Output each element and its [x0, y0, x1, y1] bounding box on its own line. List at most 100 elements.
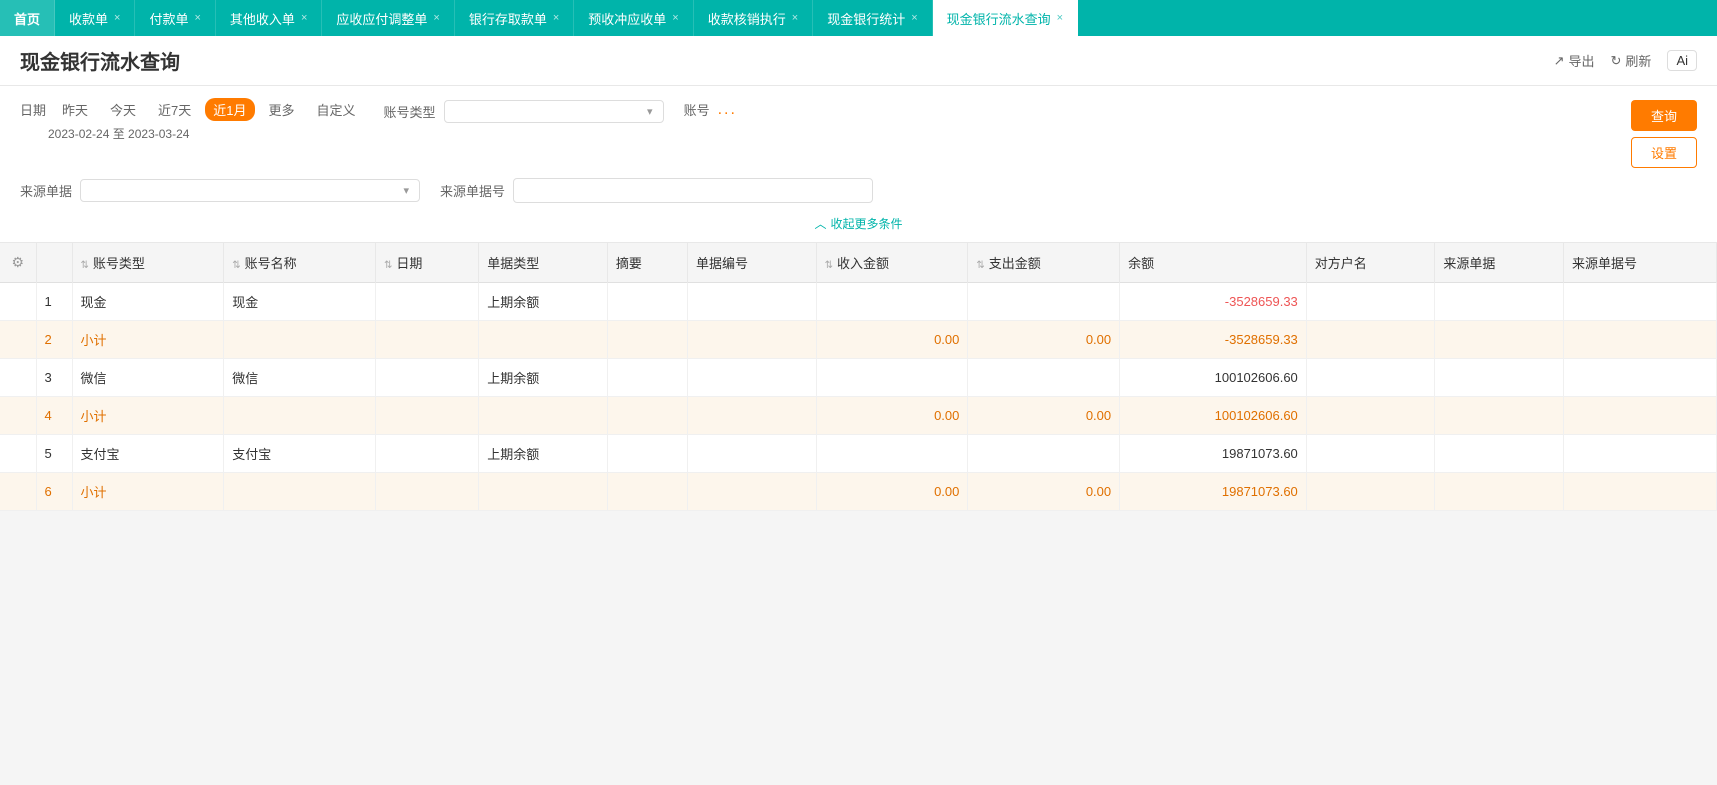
close-icon[interactable]: ×	[433, 12, 439, 24]
row-counterpart	[1306, 473, 1435, 511]
nav-item-xianjinliushui[interactable]: 现金银行流水查询 ×	[933, 0, 1078, 36]
date-option-today[interactable]: 今天	[102, 98, 144, 121]
nav-label: 现金银行流水查询	[947, 9, 1051, 28]
row-no: 1	[36, 283, 72, 321]
settings-button[interactable]: 设置	[1631, 137, 1697, 168]
row-source-doc-no	[1564, 435, 1717, 473]
row-expense: 0.00	[968, 321, 1120, 359]
row-gear	[0, 321, 36, 359]
table-row: 2 小计 0.00 0.00 -3528659.33	[0, 321, 1717, 359]
row-summary	[607, 473, 687, 511]
gear-icon[interactable]: ⚙	[11, 254, 24, 270]
ai-button[interactable]: Ai	[1667, 50, 1697, 71]
row-account-type: 微信	[72, 359, 224, 397]
row-gear	[0, 397, 36, 435]
th-source-doc-no: 来源单据号	[1564, 243, 1717, 283]
row-expense: 0.00	[968, 397, 1120, 435]
row-source-doc-no	[1564, 397, 1717, 435]
th-expense-label: 支出金额	[989, 256, 1041, 271]
nav-item-yinhang[interactable]: 银行存取款单 ×	[455, 0, 574, 36]
row-doc-no	[688, 473, 817, 511]
th-account-name[interactable]: ⇅账号名称	[224, 243, 376, 283]
table-row: 1 现金 现金 上期余额 -3528659.33	[0, 283, 1717, 321]
more-dots[interactable]: ...	[718, 101, 737, 119]
date-option-yesterday[interactable]: 昨天	[54, 98, 96, 121]
query-button[interactable]: 查询	[1631, 100, 1697, 131]
export-icon: ↗	[1554, 53, 1565, 69]
nav-item-home[interactable]: 首页	[0, 0, 55, 36]
date-option-more[interactable]: 更多	[261, 98, 303, 121]
close-icon[interactable]: ×	[114, 12, 120, 24]
row-counterpart	[1306, 435, 1435, 473]
refresh-button[interactable]: ↻ 刷新	[1611, 51, 1652, 70]
nav-label: 收款单	[69, 9, 108, 28]
row-source-doc-no	[1564, 283, 1717, 321]
date-option-7days[interactable]: 近7天	[150, 98, 199, 121]
date-filter-section: 日期 昨天 今天 近7天 近1月 更多 自定义 2023-02-24 至 202…	[20, 98, 364, 142]
source-doc-no-input[interactable]	[513, 178, 873, 203]
date-label: 日期	[20, 100, 46, 119]
nav-label: 收款核销执行	[708, 9, 786, 28]
close-icon[interactable]: ×	[911, 12, 917, 24]
th-summary-label: 摘要	[616, 256, 642, 271]
row-income: 0.00	[816, 321, 968, 359]
close-icon[interactable]: ×	[194, 12, 200, 24]
chevron-down-icon-2: ▾	[403, 184, 409, 197]
nav-label: 现金银行统计	[827, 9, 905, 28]
nav-item-xianjintongji[interactable]: 现金银行统计 ×	[813, 0, 932, 36]
row-gear	[0, 283, 36, 321]
source-doc-no-label: 来源单据号	[440, 181, 505, 200]
th-settings: ⚙	[0, 243, 36, 283]
th-income[interactable]: ⇅收入金额	[816, 243, 968, 283]
row-source-doc	[1435, 397, 1564, 435]
table-row: 5 支付宝 支付宝 上期余额 19871073.60	[0, 435, 1717, 473]
row-doc-type: 上期余额	[479, 359, 608, 397]
row-expense: 0.00	[968, 473, 1120, 511]
table-row: 3 微信 微信 上期余额 100102606.60	[0, 359, 1717, 397]
nav-item-shoukuan[interactable]: 收款单 ×	[55, 0, 135, 36]
row-no: 6	[36, 473, 72, 511]
row-source-doc	[1435, 435, 1564, 473]
close-icon[interactable]: ×	[672, 12, 678, 24]
row-doc-no	[688, 397, 817, 435]
row-gear	[0, 359, 36, 397]
refresh-icon: ↻	[1611, 53, 1622, 69]
th-account-name-label: 账号名称	[245, 256, 297, 271]
nav-item-qitashouru[interactable]: 其他收入单 ×	[216, 0, 322, 36]
row-date	[375, 473, 478, 511]
account-label: 账号	[684, 100, 710, 119]
nav-item-yushou[interactable]: 预收冲应收单 ×	[574, 0, 693, 36]
table-row: 4 小计 0.00 0.00 100102606.60	[0, 397, 1717, 435]
account-type-select[interactable]: ▾	[444, 100, 664, 123]
row-account-type: 现金	[72, 283, 224, 321]
th-expense[interactable]: ⇅支出金额	[968, 243, 1120, 283]
th-no	[36, 243, 72, 283]
row-balance: 19871073.60	[1120, 473, 1307, 511]
nav-item-shoukuanhexiao[interactable]: 收款核销执行 ×	[694, 0, 813, 36]
th-account-type[interactable]: ⇅账号类型	[72, 243, 224, 283]
close-icon[interactable]: ×	[1057, 12, 1063, 24]
close-icon[interactable]: ×	[553, 12, 559, 24]
nav-label: 付款单	[149, 9, 188, 28]
data-table: ⚙ ⇅账号类型 ⇅账号名称 ⇅日期 单据类型 摘要 单据编号 ⇅收入金额 ⇅支出…	[0, 243, 1717, 511]
close-icon[interactable]: ×	[301, 12, 307, 24]
row-expense	[968, 359, 1120, 397]
date-option-1month[interactable]: 近1月	[205, 98, 254, 121]
close-icon[interactable]: ×	[792, 12, 798, 24]
row-balance: 100102606.60	[1120, 397, 1307, 435]
th-date[interactable]: ⇅日期	[375, 243, 478, 283]
row-source-doc	[1435, 321, 1564, 359]
row-expense	[968, 283, 1120, 321]
th-doc-no-label: 单据编号	[696, 256, 748, 271]
nav-home-label: 首页	[14, 9, 40, 28]
collapse-bar[interactable]: ︿ 收起更多条件	[20, 211, 1697, 234]
row-account-type: 支付宝	[72, 435, 224, 473]
row-account-type: 小计	[72, 321, 224, 359]
source-doc-select[interactable]: ▾	[80, 179, 420, 202]
nav-item-yingshouyingfu[interactable]: 应收应付调整单 ×	[322, 0, 454, 36]
th-counterpart-label: 对方户名	[1315, 256, 1367, 271]
nav-item-fukuan[interactable]: 付款单 ×	[135, 0, 215, 36]
table-row: 6 小计 0.00 0.00 19871073.60	[0, 473, 1717, 511]
date-option-custom[interactable]: 自定义	[309, 98, 364, 121]
export-button[interactable]: ↗ 导出	[1554, 51, 1595, 70]
